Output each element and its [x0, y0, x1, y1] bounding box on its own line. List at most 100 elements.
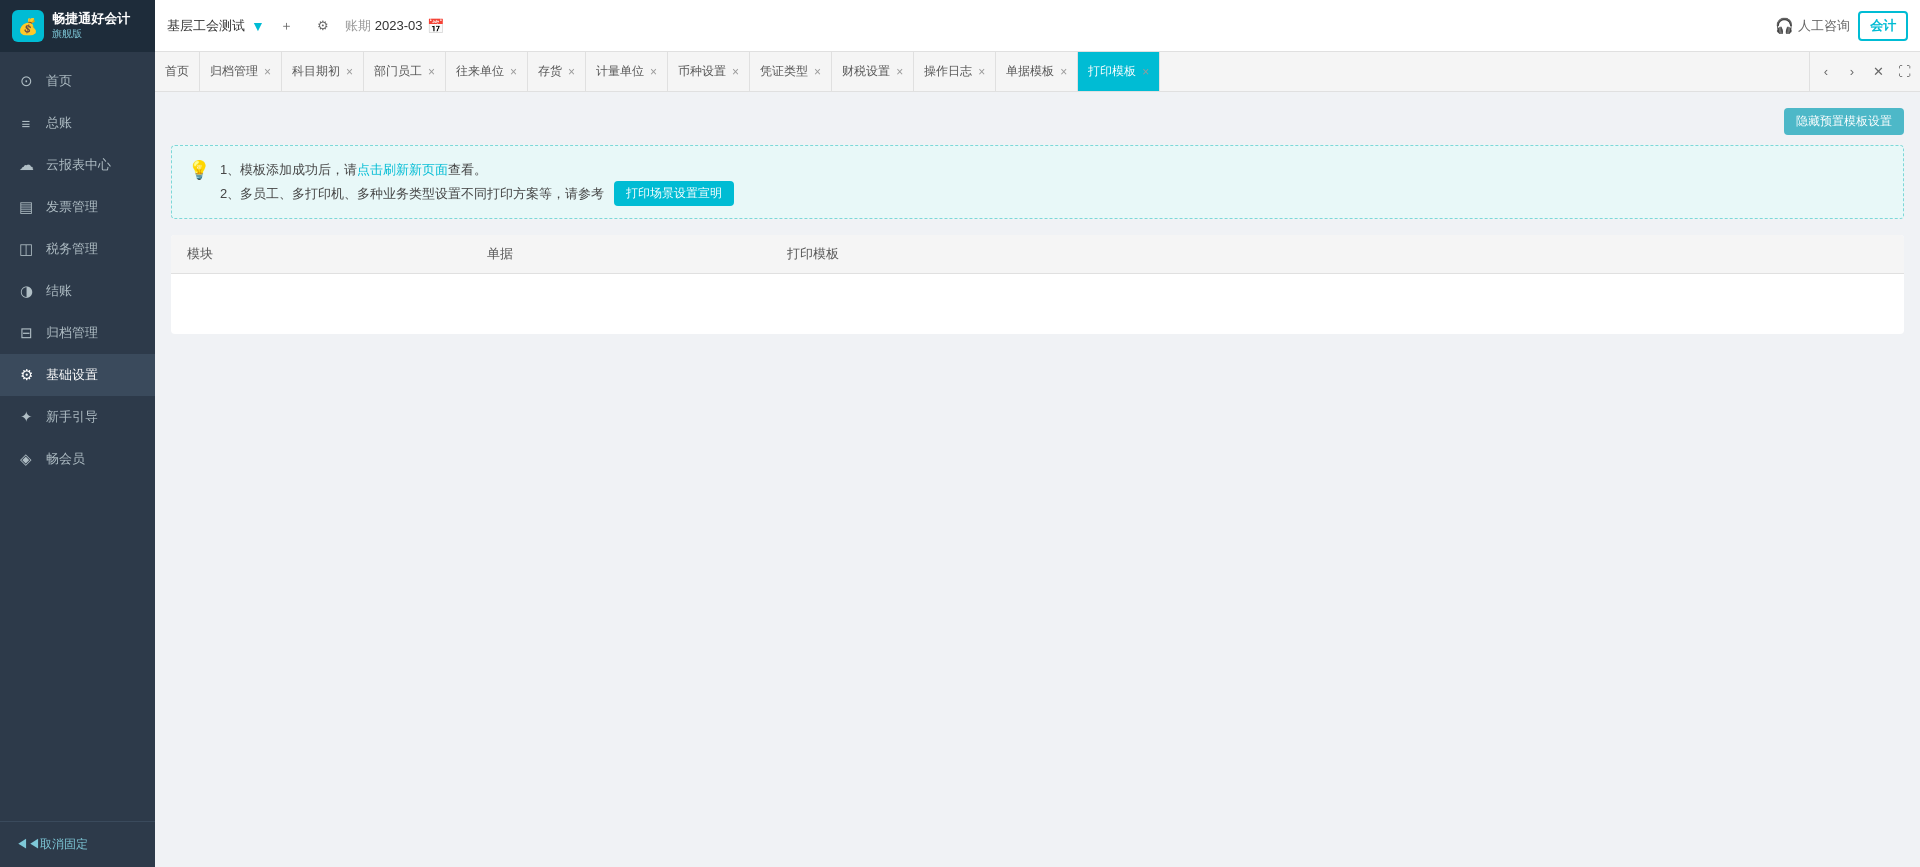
tab-label-slip_tpl: 单据模板	[1006, 63, 1054, 80]
logo-subtitle: 旗舰版	[52, 27, 130, 41]
tab-unit[interactable]: 计量单位 ×	[586, 52, 668, 91]
tab-label-subjects: 科目期初	[292, 63, 340, 80]
support-button[interactable]: 🎧 人工咨询	[1775, 17, 1850, 35]
tab-close-all-button[interactable]: ✕	[1866, 60, 1890, 84]
tab-close-unit[interactable]: ×	[650, 65, 657, 79]
cancel-fixed-button[interactable]: ◀◀取消固定	[0, 821, 155, 867]
tab-close-archive[interactable]: ×	[264, 65, 271, 79]
sidebar-label-settle: 结账	[46, 282, 72, 300]
sidebar-item-ledger[interactable]: ≡ 总账	[0, 102, 155, 144]
tab-vendor[interactable]: 往来单位 ×	[446, 52, 528, 91]
tab-close-vendor[interactable]: ×	[510, 65, 517, 79]
company-selector[interactable]: 基层工会测试 ▼	[167, 17, 265, 35]
add-tab-button[interactable]: ＋	[273, 12, 301, 40]
bulb-icon: 💡	[188, 159, 210, 181]
info-line2-prefix: 2、多员工、多打印机、多种业务类型设置不同打印方案等，请参考	[220, 182, 604, 205]
tab-slip_tpl[interactable]: 单据模板 ×	[996, 52, 1078, 91]
col-template: 打印模板	[771, 235, 1904, 273]
logo-title: 畅捷通好会计	[52, 11, 130, 27]
tab-subjects[interactable]: 科目期初 ×	[282, 52, 364, 91]
main-area: 基层工会测试 ▼ ＋ ⚙ 账期 2023-03 📅 🎧 人工咨询 会计 首页归档…	[155, 0, 1920, 867]
tab-label-vendor: 往来单位	[456, 63, 504, 80]
tab-label-print_tpl: 打印模板	[1088, 63, 1136, 80]
tab-print_tpl[interactable]: 打印模板 ×	[1078, 52, 1160, 91]
tab-close-print_tpl[interactable]: ×	[1142, 65, 1149, 79]
tab-label-home: 首页	[165, 63, 189, 80]
sidebar-icon-tax: ◫	[16, 239, 36, 259]
info-line1-suffix: 查看。	[448, 162, 487, 177]
company-dropdown-icon[interactable]: ▼	[251, 18, 265, 34]
sidebar-item-member[interactable]: ◈ 畅会员	[0, 438, 155, 480]
tab-currency[interactable]: 币种设置×	[668, 52, 750, 91]
period-display: 账期 2023-03 📅	[345, 17, 444, 35]
sidebar-item-home[interactable]: ⊙ 首页	[0, 60, 155, 102]
tab-archive[interactable]: 归档管理×	[200, 52, 282, 91]
tab-tax_settings[interactable]: 财税设置 ×	[832, 52, 914, 91]
top-header: 基层工会测试 ▼ ＋ ⚙ 账期 2023-03 📅 🎧 人工咨询 会计	[155, 0, 1920, 52]
tab-close-slip_tpl[interactable]: ×	[1060, 65, 1067, 79]
support-label: 人工咨询	[1798, 17, 1850, 35]
tab-close-oplog[interactable]: ×	[978, 65, 985, 79]
sidebar: 💰 畅捷通好会计 旗舰版 ⊙ 首页 ≡ 总账 ☁ 云报表中心 ▤ 发票管理 ◫ …	[0, 0, 155, 867]
sidebar-item-reports[interactable]: ☁ 云报表中心	[0, 144, 155, 186]
tab-label-inventory: 存货	[538, 63, 562, 80]
tab-label-oplog: 操作日志	[924, 63, 972, 80]
sidebar-icon-member: ◈	[16, 449, 36, 469]
tab-close-voucher[interactable]: ×	[814, 65, 821, 79]
tab-close-dept[interactable]: ×	[428, 65, 435, 79]
tab-label-tax_settings: 财税设置	[842, 63, 890, 80]
tab-oplog[interactable]: 操作日志 ×	[914, 52, 996, 91]
refresh-link[interactable]: 点击刷新新页面	[357, 162, 448, 177]
calendar-icon[interactable]: 📅	[427, 18, 444, 34]
sidebar-label-reports: 云报表中心	[46, 156, 111, 174]
headset-icon: 🎧	[1775, 17, 1794, 35]
logo-text: 畅捷通好会计 旗舰版	[52, 11, 130, 41]
sidebar-icon-reports: ☁	[16, 155, 36, 175]
period-value: 2023-03	[375, 18, 423, 33]
period-label: 账期	[345, 17, 371, 35]
tab-dept[interactable]: 部门员工 ×	[364, 52, 446, 91]
tab-close-subjects[interactable]: ×	[346, 65, 353, 79]
print-template-table: 模块 单据 打印模板	[171, 235, 1904, 334]
sidebar-item-guide[interactable]: ✦ 新手引导	[0, 396, 155, 438]
sidebar-label-archive: 归档管理	[46, 324, 98, 342]
tab-label-unit: 计量单位	[596, 63, 644, 80]
info-box: 💡 1、模板添加成功后，请点击刷新新页面查看。 2、多员工、多打印机、多种业务类…	[171, 145, 1904, 219]
col-slip: 单据	[471, 235, 771, 273]
sidebar-label-invoice: 发票管理	[46, 198, 98, 216]
tab-expand-button[interactable]: ⛶	[1892, 60, 1916, 84]
company-name: 基层工会测试	[167, 17, 245, 35]
sidebar-icon-invoice: ▤	[16, 197, 36, 217]
sidebar-icon-settings: ⚙	[16, 365, 36, 385]
kuaiji-button[interactable]: 会计	[1858, 11, 1908, 41]
sidebar-item-invoice[interactable]: ▤ 发票管理	[0, 186, 155, 228]
tab-prev-button[interactable]: ‹	[1814, 60, 1838, 84]
print-explain-button[interactable]: 打印场景设置宣明	[614, 181, 734, 206]
hide-preview-button[interactable]: 隐藏预置模板设置	[1784, 108, 1904, 135]
logo-icon: 💰	[12, 10, 44, 42]
table-header: 模块 单据 打印模板	[171, 235, 1904, 274]
tab-voucher[interactable]: 凭证类型×	[750, 52, 832, 91]
sidebar-item-archive[interactable]: ⊟ 归档管理	[0, 312, 155, 354]
sidebar-item-settings[interactable]: ⚙ 基础设置	[0, 354, 155, 396]
tab-bar-controls: ‹ › ✕ ⛶	[1809, 52, 1920, 91]
tab-close-inventory[interactable]: ×	[568, 65, 575, 79]
tab-bar: 首页归档管理×科目期初×部门员工×往来单位×存货×计量单位×币种设置×凭证类型×…	[155, 52, 1920, 92]
col-module: 模块	[171, 235, 471, 273]
tab-label-dept: 部门员工	[374, 63, 422, 80]
sidebar-label-home: 首页	[46, 72, 72, 90]
tab-close-tax_settings[interactable]: ×	[896, 65, 903, 79]
sidebar-item-tax[interactable]: ◫ 税务管理	[0, 228, 155, 270]
tab-next-button[interactable]: ›	[1840, 60, 1864, 84]
sidebar-icon-settle: ◑	[16, 281, 36, 301]
info-text: 1、模板添加成功后，请点击刷新新页面查看。 2、多员工、多打印机、多种业务类型设…	[220, 158, 734, 206]
sidebar-logo: 💰 畅捷通好会计 旗舰版	[0, 0, 155, 52]
sidebar-item-settle[interactable]: ◑ 结账	[0, 270, 155, 312]
sidebar-label-settings: 基础设置	[46, 366, 98, 384]
tab-inventory[interactable]: 存货 ×	[528, 52, 586, 91]
settings-icon-button[interactable]: ⚙	[309, 12, 337, 40]
sidebar-label-tax: 税务管理	[46, 240, 98, 258]
tab-home[interactable]: 首页	[155, 52, 200, 91]
tab-close-currency[interactable]: ×	[732, 65, 739, 79]
content-actions: 隐藏预置模板设置	[171, 108, 1904, 135]
